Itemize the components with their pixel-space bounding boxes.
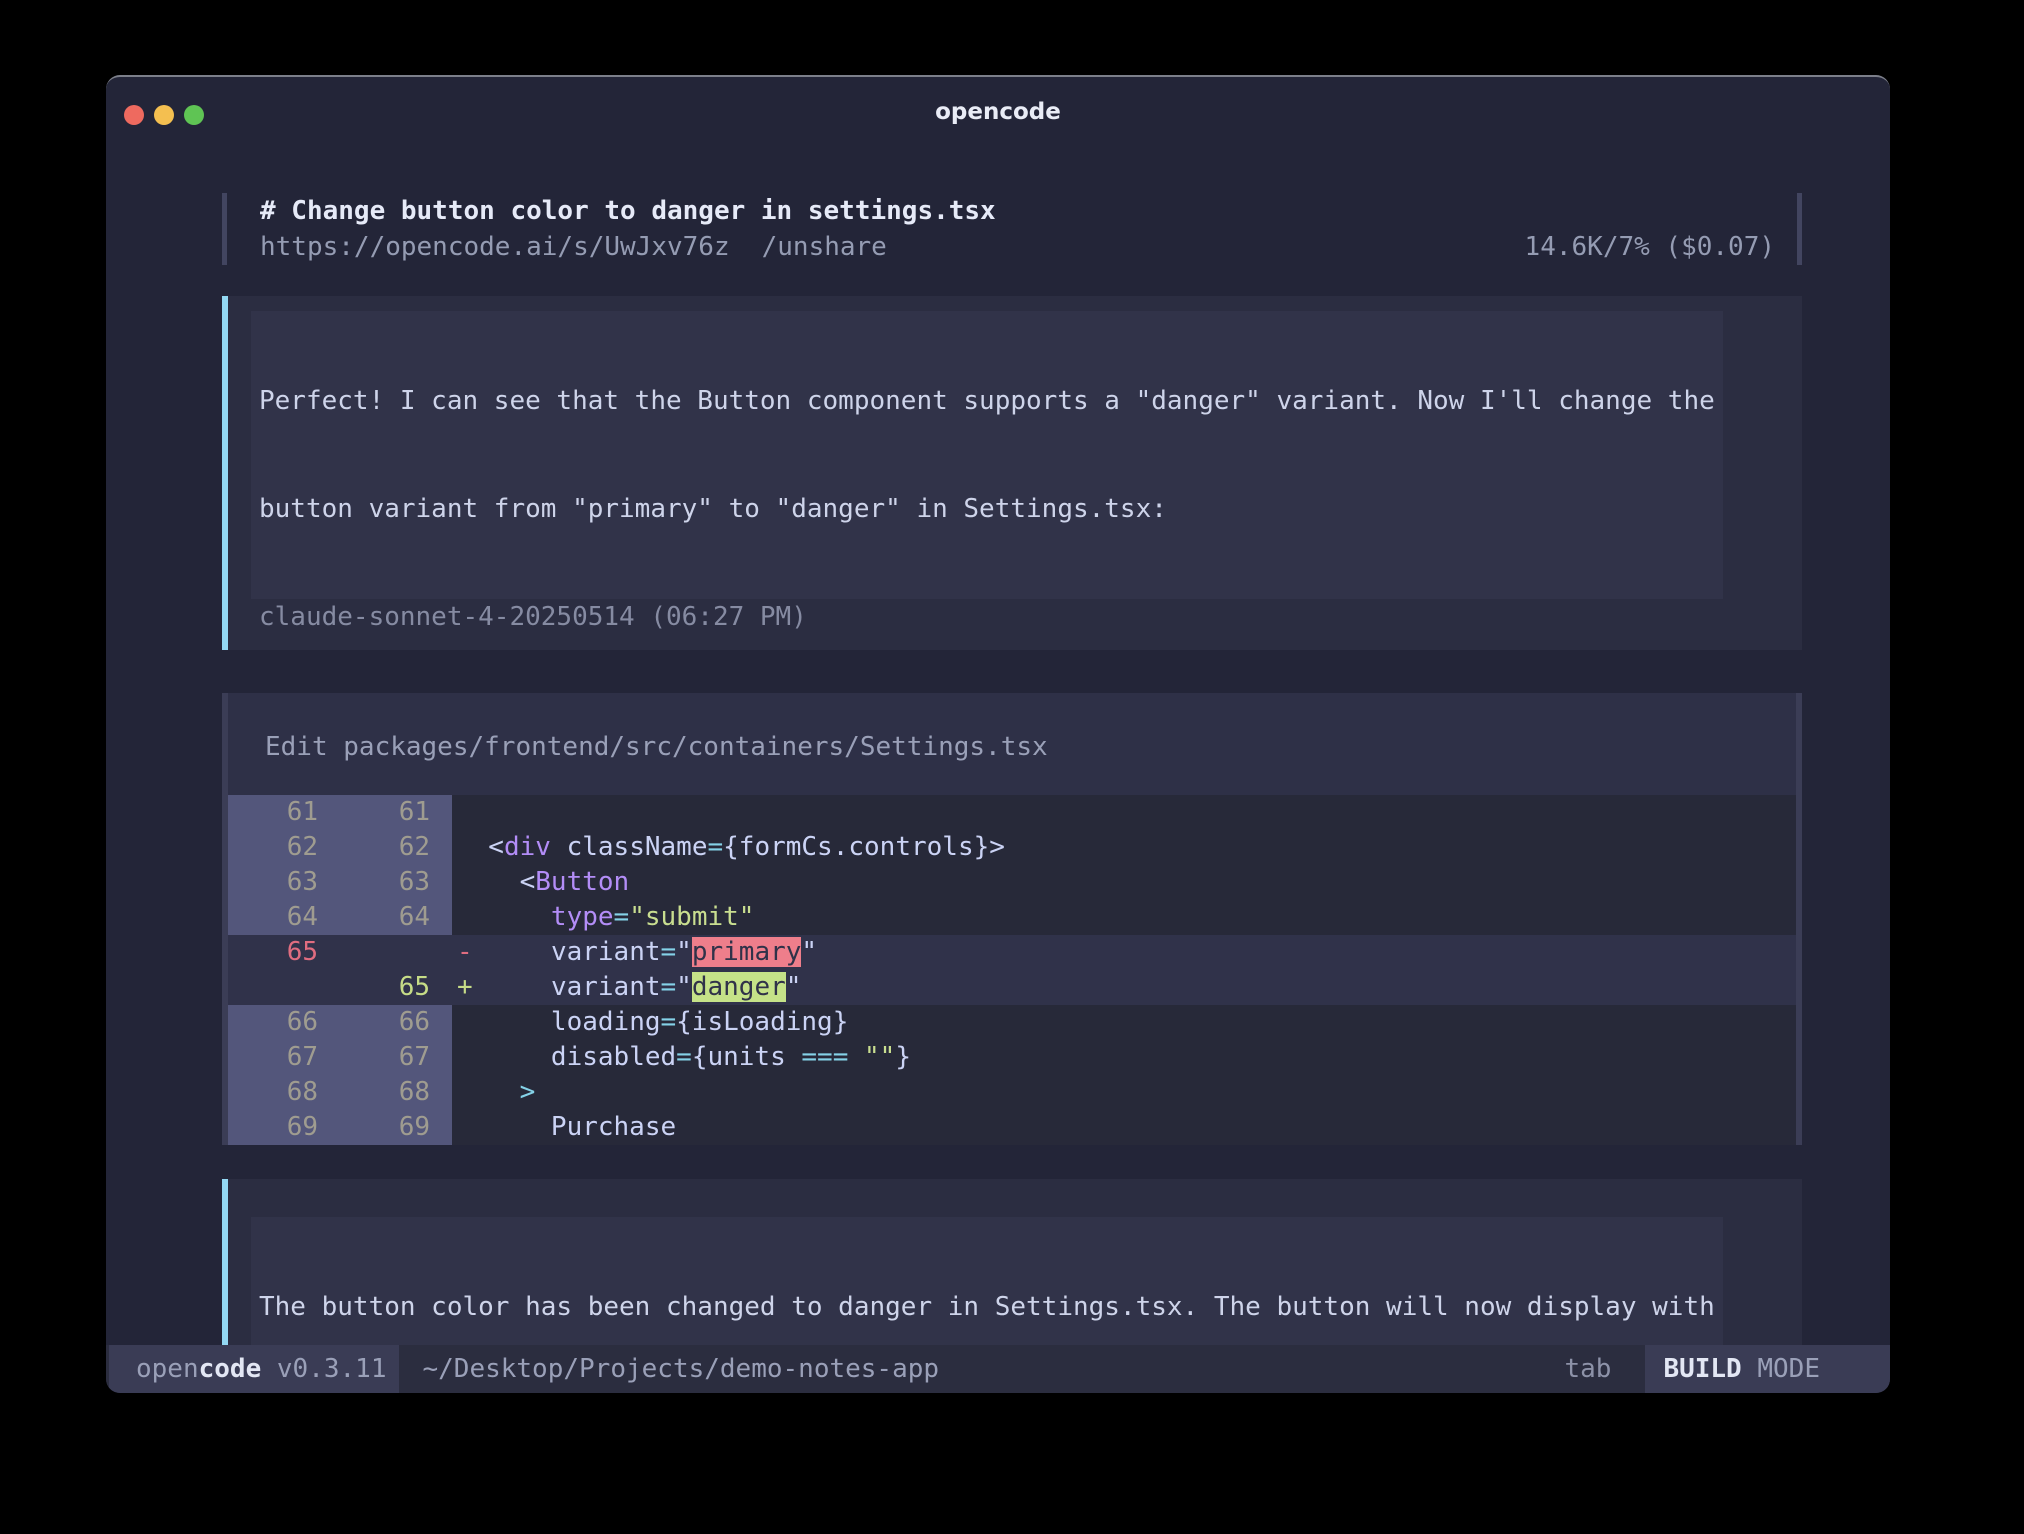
opencode-window: opencode # Change button color to danger… (106, 75, 1890, 1393)
session-header: # Change button color to danger in setti… (222, 193, 1802, 265)
diff-row: 6969 Purchase (228, 1110, 1796, 1145)
edit-tool-block: Edit packages/frontend/src/containers/Se… (222, 693, 1802, 1145)
brand-code: code (199, 1354, 262, 1384)
message-line: button variant from "primary" to "danger… (259, 491, 1715, 527)
new-line-number: 69 (340, 1110, 452, 1145)
new-line-number: 64 (340, 900, 452, 935)
diff-view: 61616262 <div className={formCs.controls… (228, 795, 1796, 1145)
old-line-number: 62 (228, 830, 340, 865)
old-line-number: 68 (228, 1075, 340, 1110)
new-line-number: 65 (340, 970, 452, 1005)
new-line-number: 67 (340, 1040, 452, 1075)
old-line-number: 69 (228, 1110, 340, 1145)
minimize-button[interactable] (154, 105, 174, 125)
message-meta: claude-sonnet-4-20250514 (06:27 PM) (251, 599, 1802, 635)
code-line: > (452, 1075, 1796, 1110)
diff-row: 6262 <div className={formCs.controls}> (228, 830, 1796, 865)
new-line-number: 66 (340, 1005, 452, 1040)
old-line-number: 63 (228, 865, 340, 900)
session-content: # Change button color to danger in setti… (106, 193, 1890, 1393)
code-line: type="submit" (452, 900, 1796, 935)
new-line-number: 62 (340, 830, 452, 865)
mode-toggle[interactable]: BUILD MODE (1645, 1345, 1890, 1393)
old-line-number: 61 (228, 795, 340, 830)
diff-row: 65 - variant="primary" (228, 935, 1796, 970)
traffic-lights (124, 105, 204, 125)
close-button[interactable] (124, 105, 144, 125)
old-line-number: 66 (228, 1005, 340, 1040)
app-version: v0.3.11 (277, 1354, 387, 1384)
edit-file-title: Edit packages/frontend/src/containers/Se… (228, 693, 1796, 795)
diff-row: 6363 <Button (228, 865, 1796, 900)
new-line-number: 63 (340, 865, 452, 900)
token-usage: 14.6K/7% ($0.07) (1525, 229, 1797, 265)
new-line-number: 68 (340, 1075, 452, 1110)
code-line: disabled={units === ""} (452, 1040, 1796, 1075)
old-line-number: 64 (228, 900, 340, 935)
code-line: + variant="danger" (452, 970, 1796, 1005)
assistant-message: Perfect! I can see that the Button compo… (222, 296, 1802, 650)
diff-row: 6666 loading={isLoading} (228, 1005, 1796, 1040)
code-line: Purchase (452, 1110, 1796, 1145)
message-line: Perfect! I can see that the Button compo… (259, 383, 1715, 419)
message-paragraph: Perfect! I can see that the Button compo… (251, 311, 1723, 599)
old-line-number: 67 (228, 1040, 340, 1075)
diff-row: 6767 disabled={units === ""} (228, 1040, 1796, 1075)
status-bar: opencode v0.3.11 ~/Desktop/Projects/demo… (106, 1345, 1890, 1393)
session-title: # Change button color to danger in setti… (260, 193, 1797, 229)
code-line: loading={isLoading} (452, 1005, 1796, 1040)
session-subline: https://opencode.ai/s/UwJxv76z /unshare … (260, 229, 1797, 265)
tab-key-hint[interactable]: tab (1564, 1354, 1611, 1384)
old-line-number: 65 (228, 935, 340, 970)
brand-open: open (136, 1354, 199, 1384)
zoom-button[interactable] (184, 105, 204, 125)
code-line (452, 795, 1796, 830)
old-line-number (228, 970, 340, 1005)
code-line: <div className={formCs.controls}> (452, 830, 1796, 865)
unshare-command[interactable]: /unshare (762, 229, 887, 265)
share-url[interactable]: https://opencode.ai/s/UwJxv76z (260, 229, 730, 265)
title-bar: opencode (106, 77, 1890, 147)
diff-row: 6161 (228, 795, 1796, 830)
code-line: <Button (452, 865, 1796, 900)
mode-primary: BUILD (1663, 1354, 1741, 1384)
diff-row: 6464 type="submit" (228, 900, 1796, 935)
mode-secondary: MODE (1757, 1354, 1820, 1384)
code-line: - variant="primary" (452, 935, 1796, 970)
window-title: opencode (935, 99, 1061, 125)
new-line-number (340, 935, 452, 970)
message-line: The button color has been changed to dan… (259, 1289, 1715, 1325)
diff-row: 65+ variant="danger" (228, 970, 1796, 1005)
app-version-chip: opencode v0.3.11 (109, 1345, 399, 1393)
new-line-number: 61 (340, 795, 452, 830)
diff-row: 6868 > (228, 1075, 1796, 1110)
working-directory: ~/Desktop/Projects/demo-notes-app (422, 1354, 939, 1384)
